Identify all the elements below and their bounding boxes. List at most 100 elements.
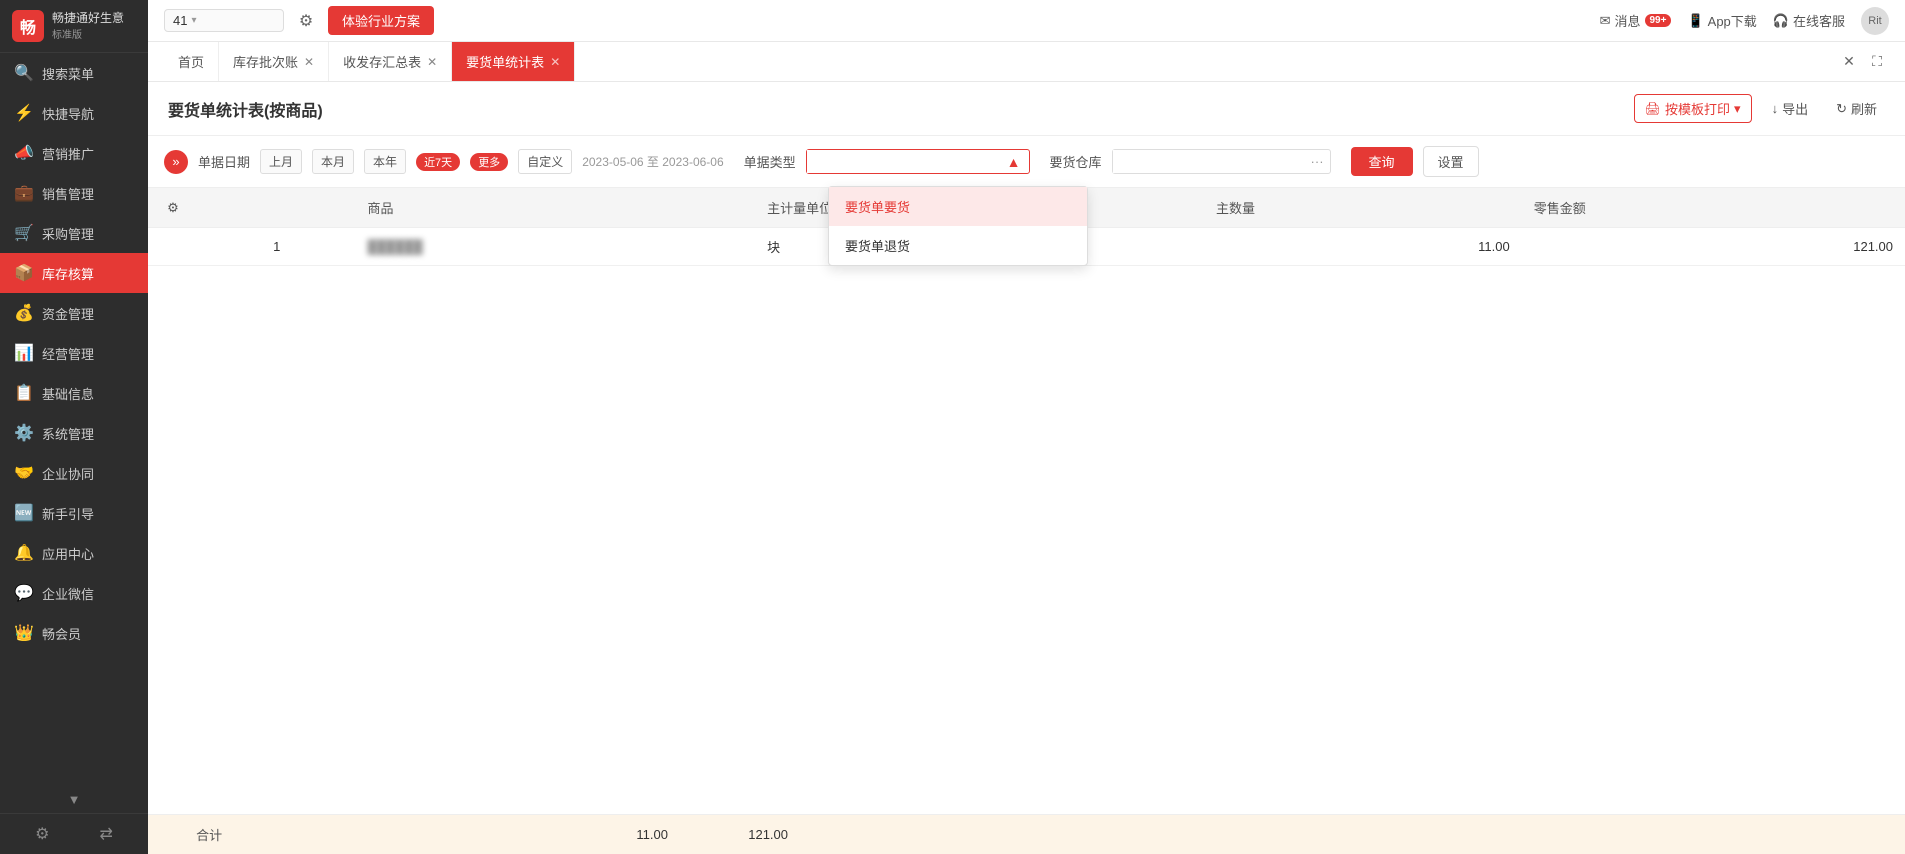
sidebar-item-enterprise[interactable]: 🤝企业协同 — [0, 453, 148, 493]
app-download-item[interactable]: 📱 App下载 — [1687, 11, 1756, 30]
query-button[interactable]: 查询 — [1351, 147, 1413, 176]
tab-order-stats[interactable]: 要货单统计表 ✕ — [452, 42, 575, 81]
export-button[interactable]: ↓ 导出 — [1764, 96, 1817, 121]
more-dates-tag[interactable]: 更多 — [470, 153, 508, 171]
settings-icon[interactable]: ⚙ — [35, 824, 49, 844]
dropdown-option-order-return[interactable]: 要货单退货 — [829, 226, 1087, 265]
col-qty-header: 主数量 — [1204, 188, 1522, 228]
store-selector[interactable]: 41 ▾ — [164, 9, 284, 32]
store-arrow-icon: ▾ — [191, 15, 196, 26]
warehouse-more-icon[interactable]: ··· — [1305, 154, 1330, 169]
last-month-button[interactable]: 上月 — [260, 149, 302, 174]
refresh-label: 刷新 — [1851, 99, 1877, 118]
sidebar-logo: 畅 畅捷通好生意 标准版 — [0, 0, 148, 53]
export-label: 导出 — [1782, 99, 1808, 118]
sidebar-item-label-app-center: 应用中心 — [42, 544, 94, 563]
close-all-tabs-button[interactable]: ✕ — [1837, 50, 1861, 74]
sidebar-item-sys-mgmt[interactable]: ⚙️系统管理 — [0, 413, 148, 453]
sidebar-item-inventory[interactable]: 📦库存核算 — [0, 253, 148, 293]
messages-label: 消息 — [1614, 11, 1640, 30]
settings-gear-icon[interactable]: ⚙ — [292, 7, 320, 35]
export-icon: ↓ — [1772, 101, 1779, 116]
sidebar-item-app-center[interactable]: 🔔 应用中心 — [0, 533, 148, 573]
sidebar-item-sales-mgmt[interactable]: 💼销售管理 — [0, 173, 148, 213]
wechat-biz-icon: 💬 — [14, 583, 34, 603]
this-month-button[interactable]: 本月 — [312, 149, 354, 174]
date-label: 单据日期 — [198, 152, 250, 171]
sidebar-item-label-basic-info: 基础信息 — [42, 384, 94, 403]
sidebar-item-finance-mgmt[interactable]: 💰资金管理 — [0, 293, 148, 333]
recent-7days-tag[interactable]: 近7天 — [416, 153, 460, 171]
sidebar-scroll-down[interactable]: ▼ — [0, 786, 148, 813]
tab-label-inventory-batch: 库存批次账 — [233, 52, 298, 71]
marketing-promo-icon: 📣 — [14, 143, 34, 163]
footer-amount: 121.00 — [680, 827, 800, 842]
headset-icon: 🎧 — [1773, 13, 1789, 29]
messages-badge: 99+ — [1645, 14, 1672, 27]
sales-mgmt-icon: 💼 — [14, 183, 34, 203]
tab-inventory-batch[interactable]: 库存批次账 ✕ — [219, 42, 329, 81]
trial-button[interactable]: 体验行业方案 — [328, 6, 434, 35]
cell-amount: 121.00 — [1522, 228, 1905, 266]
filter-bar: » 单据日期 上月 本月 本年 近7天 更多 自定义 2023-05-06 至 … — [148, 136, 1905, 188]
dropdown-option-order-goods[interactable]: 要货单要货 — [829, 187, 1087, 226]
search-icon: 🔍 — [14, 63, 34, 83]
sidebar-item-vip[interactable]: 👑畅会员 — [0, 613, 148, 653]
expand-tabs-button[interactable]: ⛶ — [1865, 50, 1889, 74]
sidebar-item-search[interactable]: 🔍 搜索菜单 — [0, 53, 148, 93]
tab-receive-summary[interactable]: 收发存汇总表 ✕ — [329, 42, 452, 81]
tab-label-home: 首页 — [178, 52, 204, 71]
sidebar-item-label-ops-mgmt: 经营管理 — [42, 344, 94, 363]
sidebar-item-label-sys-mgmt: 系统管理 — [42, 424, 94, 443]
print-template-button[interactable]: 🖨 按模板打印 ▾ — [1634, 94, 1752, 123]
col-goods-header: 商品 — [355, 188, 755, 228]
type-label: 单据类型 — [744, 152, 796, 171]
expand-icon: » — [172, 154, 179, 169]
guide-icon: 🆕 — [14, 503, 34, 523]
collapse-icon[interactable]: ⇄ — [100, 824, 113, 844]
avatar[interactable]: Rit — [1861, 7, 1889, 35]
refresh-button[interactable]: ↻ 刷新 — [1828, 96, 1885, 121]
sidebar-item-purchase-mgmt[interactable]: 🛒采购管理 — [0, 213, 148, 253]
type-dropdown: 要货单要货要货单退货 — [828, 186, 1088, 266]
online-service-item[interactable]: 🎧 在线客服 — [1773, 11, 1845, 30]
type-dropdown-arrow-icon[interactable]: ▲ — [999, 154, 1029, 170]
logo-title: 畅捷通好生意 — [52, 11, 124, 27]
sidebar-item-label-guide: 新手引导 — [42, 504, 94, 523]
cell-settings — [148, 228, 198, 266]
top-header: 41 ▾ ⚙ 体验行业方案 ✉ 消息 99+ 📱 App下载 🎧 在线客服 Ri… — [148, 0, 1905, 42]
header-left: 41 ▾ ⚙ 体验行业方案 — [164, 6, 1588, 35]
col-settings-icon[interactable]: ⚙ — [167, 200, 179, 216]
col-amount-header: 零售金额 — [1522, 188, 1905, 228]
custom-date-button[interactable]: 自定义 — [518, 149, 572, 174]
warehouse-input[interactable] — [1113, 150, 1305, 173]
data-table-wrap: ⚙ 商品 主计量单位 主数量 零售金额 1 ██████ 块 11.00 121 — [148, 188, 1905, 814]
sidebar-item-shortcuts[interactable]: ⚡快捷导航 — [0, 93, 148, 133]
messages-item[interactable]: ✉ 消息 99+ — [1600, 11, 1672, 30]
tab-home[interactable]: 首页 — [164, 42, 219, 81]
sidebar-item-wechat-biz[interactable]: 💬企业微信 — [0, 573, 148, 613]
logo-icon: 畅 — [12, 10, 44, 42]
inventory-icon: 📦 — [14, 263, 34, 283]
expand-filter-button[interactable]: » — [164, 150, 188, 174]
tab-close-order-stats[interactable]: ✕ — [550, 55, 560, 69]
filter-settings-button[interactable]: 设置 — [1423, 146, 1479, 177]
app-center-icon: 🔔 — [14, 543, 34, 563]
sidebar-item-ops-mgmt[interactable]: 📊经营管理 — [0, 333, 148, 373]
tab-actions: ✕ ⛶ — [1837, 50, 1889, 74]
type-input[interactable] — [807, 150, 999, 173]
sidebar-item-basic-info[interactable]: 📋基础信息 — [0, 373, 148, 413]
purchase-mgmt-icon: 🛒 — [14, 223, 34, 243]
print-arrow-icon: ▾ — [1734, 101, 1741, 117]
sidebar-item-label-search: 搜索菜单 — [42, 64, 94, 83]
tab-close-receive-summary[interactable]: ✕ — [427, 55, 437, 69]
content-area: 要货单统计表(按商品) 🖨 按模板打印 ▾ ↓ 导出 ↻ 刷新 — [148, 82, 1905, 854]
sidebar-item-marketing-promo[interactable]: 📣营销推广 — [0, 133, 148, 173]
print-icon: 🖨 — [1645, 101, 1662, 117]
cell-goods: ██████ — [355, 228, 755, 266]
this-year-button[interactable]: 本年 — [364, 149, 406, 174]
logo-subtitle: 标准版 — [52, 26, 124, 41]
tab-close-inventory-batch[interactable]: ✕ — [304, 55, 314, 69]
sidebar-item-guide[interactable]: 🆕 新手引导 — [0, 493, 148, 533]
sidebar: 畅 畅捷通好生意 标准版 🔍 搜索菜单 ⚡快捷导航📣营销推广💼销售管理🛒采购管理📦库… — [0, 0, 148, 854]
